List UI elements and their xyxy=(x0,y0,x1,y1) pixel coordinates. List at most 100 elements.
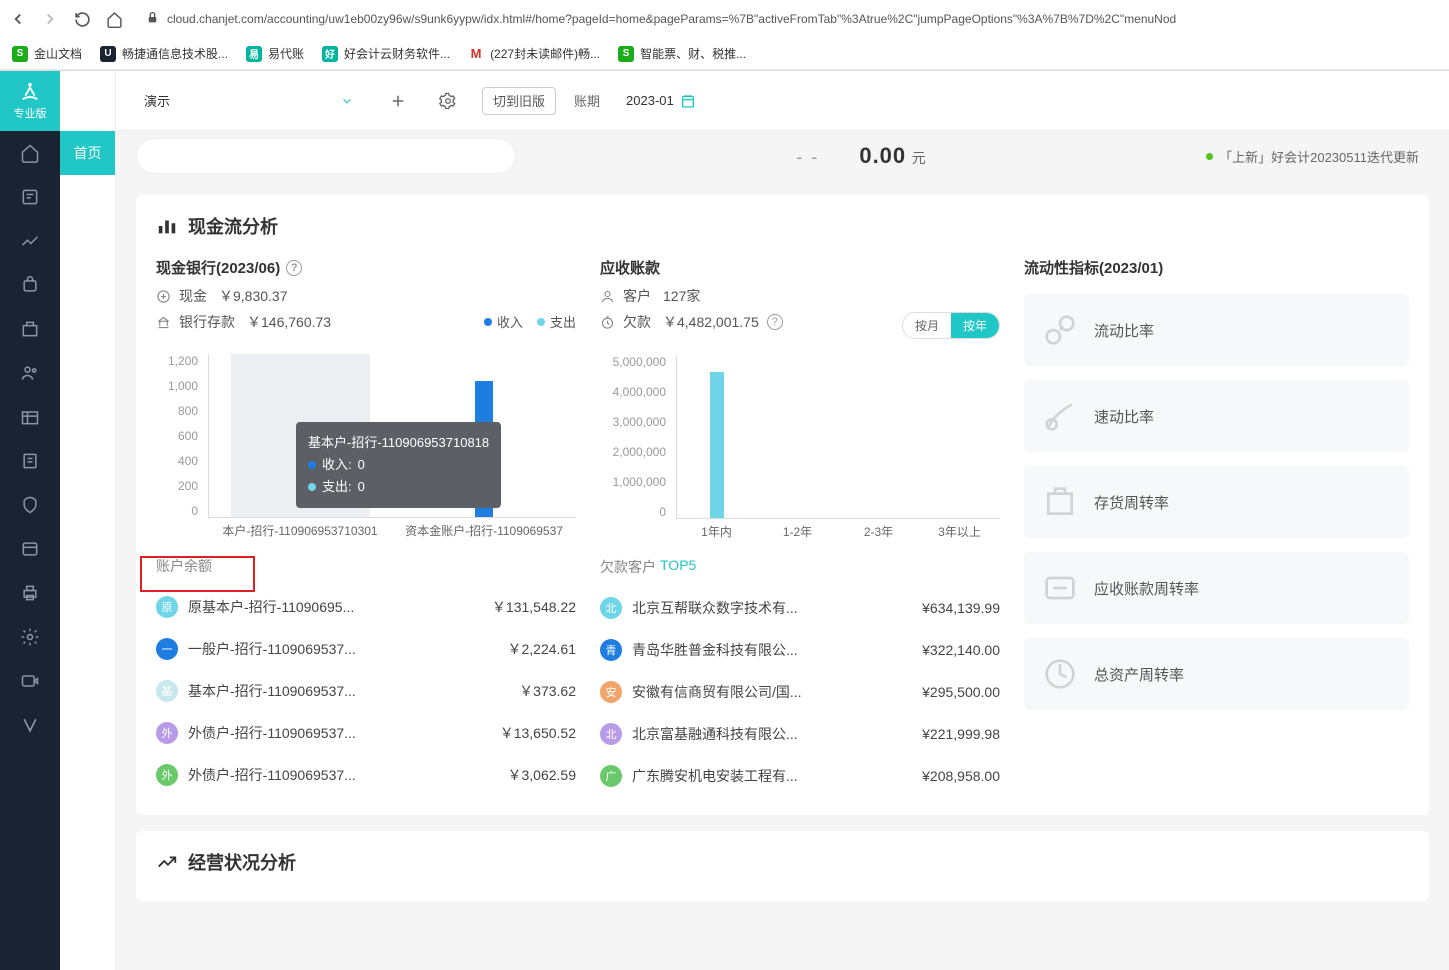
metric-icon xyxy=(1040,396,1080,436)
period-label: 账期 xyxy=(574,91,600,110)
highlight-box xyxy=(140,556,255,592)
balance-row[interactable]: 一一般户-招行-1109069537... ￥2,224.61 xyxy=(156,628,576,670)
nav-archive-icon[interactable] xyxy=(0,527,60,571)
address-bar[interactable]: cloud.chanjet.com/accounting/uw1eb00zy96… xyxy=(136,5,1441,33)
metric-card[interactable]: 总资产周转率 xyxy=(1024,638,1409,710)
period-picker[interactable]: 2023-01 xyxy=(626,93,696,109)
nav-assets-icon[interactable] xyxy=(0,307,60,351)
bookmark-icon: S xyxy=(12,46,28,62)
bookmark-item[interactable]: 好好会计云财务软件... xyxy=(322,45,450,62)
bookmark-icon: U xyxy=(100,46,116,62)
bank-bar-chart: 1,2001,0008006004002000 本户-招行-1109069537… xyxy=(156,354,576,544)
customer-badge: 北 xyxy=(600,723,622,745)
period-toggle: 按月 按年 xyxy=(902,312,1000,339)
add-button[interactable] xyxy=(382,85,414,117)
metric-card[interactable]: 应收账款周转率 xyxy=(1024,552,1409,624)
calendar-icon xyxy=(680,93,696,109)
account-badge: 外 xyxy=(156,722,178,744)
home-button[interactable] xyxy=(104,9,124,29)
bookmark-item[interactable]: 易易代账 xyxy=(246,45,304,62)
balance-row[interactable]: 基基本户-招行-1109069537... ￥373.62 xyxy=(156,670,576,712)
nav-video-icon[interactable] xyxy=(0,659,60,703)
coin-icon xyxy=(156,289,171,304)
customer-badge: 广 xyxy=(600,765,622,787)
top5-title: 欠款客户TOP5 xyxy=(600,557,1000,577)
toggle-year[interactable]: 按年 xyxy=(951,313,999,338)
metric-icon xyxy=(1040,310,1080,350)
secondary-sidebar: 首页 xyxy=(60,71,116,970)
nav-voucher-icon[interactable] xyxy=(0,175,60,219)
metric-card[interactable]: 存货周转率 xyxy=(1024,466,1409,538)
nav-settings-icon[interactable] xyxy=(0,615,60,659)
top5-row[interactable]: 北北京富基融通科技有限公... ¥221,999.98 xyxy=(600,713,1000,755)
clock-icon xyxy=(600,315,615,330)
bookmark-icon: M xyxy=(468,46,484,62)
bookmark-item[interactable]: U畅捷通信息技术股... xyxy=(100,45,228,62)
account-badge: 原 xyxy=(156,596,178,618)
balance-row[interactable]: 外外债户-招行-1109069537... ￥3,062.59 xyxy=(156,754,576,796)
primary-sidebar: 专业版 xyxy=(0,71,60,970)
app-logo[interactable]: 专业版 xyxy=(0,71,60,131)
metric-card[interactable]: 流动比率 xyxy=(1024,294,1409,366)
bank-icon xyxy=(156,315,171,330)
help-icon[interactable]: ? xyxy=(286,260,302,276)
customer-badge: 青 xyxy=(600,639,622,661)
chart-legend: 收入 支出 xyxy=(484,312,576,331)
nav-report-icon[interactable] xyxy=(0,219,60,263)
chevron-down-icon xyxy=(340,94,354,108)
bookmark-item[interactable]: S智能票、财、税推... xyxy=(618,45,746,62)
notice-banner[interactable]: 「上新」好会计20230511迭代更新 xyxy=(1206,147,1419,166)
bars-icon xyxy=(156,215,178,237)
nav-close-icon[interactable] xyxy=(0,483,60,527)
amount-value: 0.00 xyxy=(859,143,906,168)
metric-icon xyxy=(1040,482,1080,522)
nav-home-icon[interactable] xyxy=(0,131,60,175)
org-selector[interactable]: 演示 xyxy=(134,84,364,118)
bookmark-item[interactable]: S金山文档 xyxy=(12,45,82,62)
help-icon[interactable]: ? xyxy=(767,314,783,330)
user-icon xyxy=(600,289,615,304)
bookmark-item[interactable]: M(227封未读邮件)畅... xyxy=(468,45,600,62)
nav-tax-icon[interactable] xyxy=(0,439,60,483)
subnav-home[interactable]: 首页 xyxy=(60,131,115,175)
bookmarks-bar: S金山文档 U畅捷通信息技术股... 易易代账 好好会计云财务软件... M(2… xyxy=(0,38,1449,70)
gear-icon[interactable] xyxy=(432,85,464,117)
chart-tooltip: 基本户-招行-110906953710818 收入: 0 支出: 0 xyxy=(296,422,501,508)
dash-value: - - xyxy=(796,147,819,168)
back-button[interactable] xyxy=(8,9,28,29)
top5-row[interactable]: 青青岛华胜普金科技有限公... ¥322,140.00 xyxy=(600,629,1000,671)
metric-card[interactable]: 速动比率 xyxy=(1024,380,1409,452)
receivable-bar-chart: 5,000,0004,000,0003,000,0002,000,0001,00… xyxy=(600,355,1000,545)
metric-icon xyxy=(1040,654,1080,694)
dot-icon xyxy=(1206,153,1213,160)
reload-button[interactable] xyxy=(72,9,92,29)
topbar: 演示 切到旧版 账期 2023-01 xyxy=(116,71,1449,131)
liquidity-title: 流动性指标(2023/01) xyxy=(1024,257,1409,278)
panel-title-ops: 经营状况分析 xyxy=(156,849,1409,875)
metric-icon xyxy=(1040,568,1080,608)
toggle-month[interactable]: 按月 xyxy=(903,313,951,338)
balance-row[interactable]: 原原基本户-招行-11090695... ￥131,548.22 xyxy=(156,586,576,628)
bookmark-icon: S xyxy=(618,46,634,62)
nav-salary-icon[interactable] xyxy=(0,351,60,395)
nav-print-icon[interactable] xyxy=(0,571,60,615)
amount-unit: 元 xyxy=(912,150,926,166)
customer-badge: 安 xyxy=(600,681,622,703)
account-badge: 外 xyxy=(156,764,178,786)
top5-row[interactable]: 安安徽有信商贸有限公司/国... ¥295,500.00 xyxy=(600,671,1000,713)
top5-row[interactable]: 广广东腾安机电安装工程有... ¥208,958.00 xyxy=(600,755,1000,797)
cash-bank-title: 现金银行(2023/06) ? xyxy=(156,257,576,278)
panel-title-cashflow: 现金流分析 xyxy=(156,213,1409,239)
nav-funds-icon[interactable] xyxy=(0,263,60,307)
switch-old-button[interactable]: 切到旧版 xyxy=(482,87,556,115)
balance-row[interactable]: 外外债户-招行-1109069537... ￥13,650.52 xyxy=(156,712,576,754)
nav-inventory-icon[interactable] xyxy=(0,395,60,439)
forward-button[interactable] xyxy=(40,9,60,29)
account-badge: 基 xyxy=(156,680,178,702)
bookmark-icon: 好 xyxy=(322,46,338,62)
nav-v-icon[interactable] xyxy=(0,703,60,747)
lock-icon xyxy=(146,11,159,27)
top5-row[interactable]: 北北京互帮联众数字技术有... ¥634,139.99 xyxy=(600,587,1000,629)
search-pill[interactable] xyxy=(136,138,516,174)
customer-badge: 北 xyxy=(600,597,622,619)
